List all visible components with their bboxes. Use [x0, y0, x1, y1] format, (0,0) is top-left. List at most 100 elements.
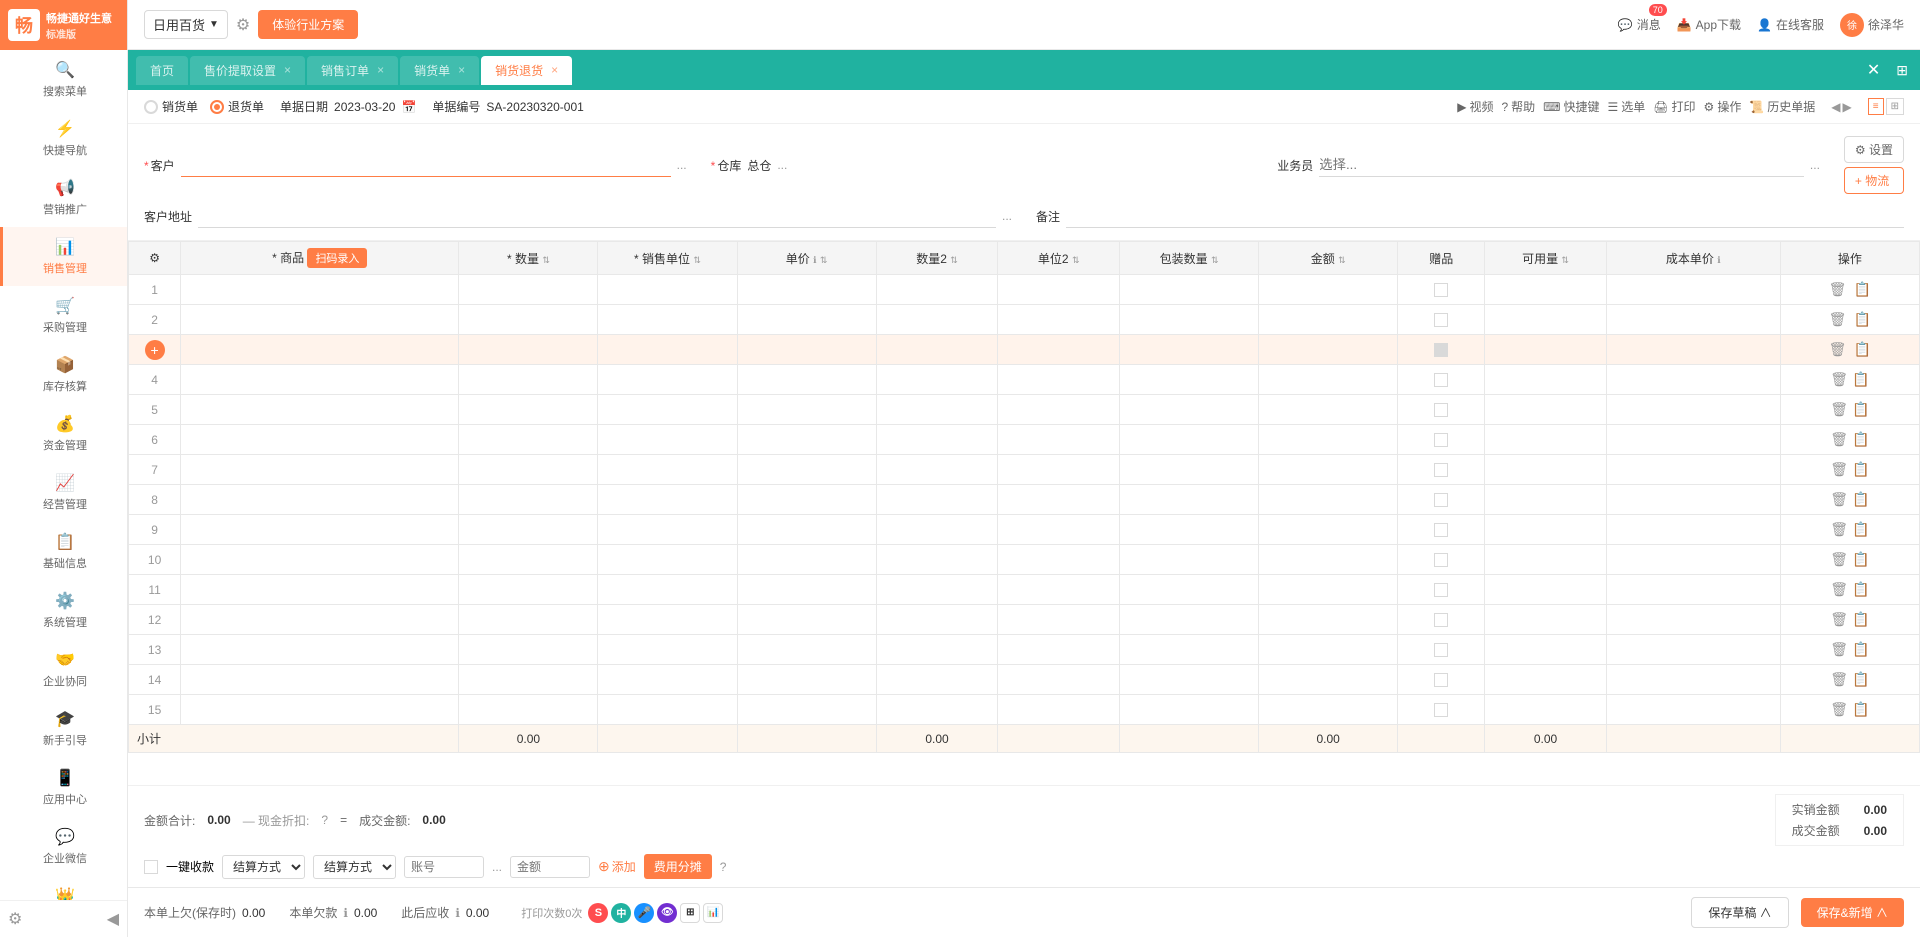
delete-row-13-btn[interactable]: 🗑: [1828, 639, 1850, 660]
save-draft-btn[interactable]: 保存草稿 ∧: [1691, 897, 1788, 928]
tab-sales-delivery-close[interactable]: ×: [458, 63, 465, 77]
product-cell-3[interactable]: [181, 335, 459, 365]
next-icon[interactable]: ▶: [1843, 100, 1852, 114]
sidebar-item-basic[interactable]: 📋 基础信息: [0, 522, 127, 581]
sidebar-item-enterprise[interactable]: 🤝 企业协同: [0, 640, 127, 699]
save-new-btn[interactable]: 保存&新增 ∧: [1801, 898, 1904, 927]
sidebar-item-member[interactable]: 👑 畅会员: [0, 876, 127, 900]
copy-row-12-btn[interactable]: 📋: [1850, 609, 1871, 630]
avail-cell-3[interactable]: [1485, 335, 1607, 365]
delete-row-10-btn[interactable]: 🗑: [1828, 549, 1850, 570]
copy-row-1-btn[interactable]: 📋: [1852, 279, 1873, 300]
avail-cell-2[interactable]: [1485, 305, 1607, 335]
gift-checkbox-2[interactable]: [1434, 313, 1448, 327]
pack-cell-2[interactable]: [1120, 305, 1259, 335]
add-payment-btn[interactable]: ⊕ 添加: [598, 858, 636, 875]
gift-cell-3[interactable]: [1398, 335, 1485, 365]
qty2-cell-3[interactable]: [876, 335, 998, 365]
sidebar-item-inventory[interactable]: 📦 库存核算: [0, 345, 127, 404]
sidebar-item-purchase[interactable]: 🛒 采购管理: [0, 286, 127, 345]
delete-row-7-btn[interactable]: 🗑: [1828, 459, 1850, 480]
copy-row-15-btn[interactable]: 📋: [1850, 699, 1871, 720]
tab-price-settings[interactable]: 售价提取设置 ×: [190, 56, 305, 85]
account-input[interactable]: [404, 856, 484, 878]
qty2-cell-2[interactable]: [876, 305, 998, 335]
sidebar-item-shortcut[interactable]: ⚡ 快捷导航: [0, 109, 127, 168]
unit2-cell-3[interactable]: [998, 335, 1120, 365]
product-input-3[interactable]: [185, 342, 454, 357]
unit-cell-1[interactable]: [598, 275, 737, 305]
sidebar-item-wechat[interactable]: 💬 企业微信: [0, 817, 127, 876]
tab-sales-order-close[interactable]: ×: [377, 63, 384, 77]
copy-row-5-btn[interactable]: 📋: [1850, 399, 1871, 420]
price-cell-2[interactable]: [737, 305, 876, 335]
unit-cell-2[interactable]: [598, 305, 737, 335]
gift-checkbox-3[interactable]: [1434, 343, 1448, 357]
gift-checkbox-5[interactable]: [1434, 403, 1448, 417]
th-gear[interactable]: ⚙: [129, 242, 181, 275]
toolbar-help[interactable]: ? 帮助: [1501, 98, 1535, 115]
address-dots[interactable]: ...: [1002, 209, 1012, 223]
gift-cell-2[interactable]: [1398, 305, 1485, 335]
settings-gear-icon[interactable]: ⚙: [236, 15, 250, 35]
mic-icon[interactable]: 🎤: [634, 903, 654, 923]
customer-service-btn[interactable]: 👤 在线客服: [1757, 16, 1824, 33]
industry-select[interactable]: 日用百货 ▼: [144, 10, 228, 39]
experience-btn[interactable]: 体验行业方案: [258, 10, 358, 39]
gift-checkbox-9[interactable]: [1434, 523, 1448, 537]
pack-cell-1[interactable]: [1120, 275, 1259, 305]
toolbar-video[interactable]: ▶ 视频: [1457, 98, 1493, 115]
toolbar-history[interactable]: 📜 历史单据: [1749, 98, 1815, 115]
unit-cell-3[interactable]: [598, 335, 737, 365]
product-cell-1[interactable]: [181, 275, 459, 305]
copy-row-6-btn[interactable]: 📋: [1850, 429, 1871, 450]
sidebar-item-appstore[interactable]: 📱 应用中心: [0, 758, 127, 817]
copy-row-3-btn[interactable]: 📋: [1852, 339, 1873, 360]
tab-sales-delivery[interactable]: 销货单 ×: [400, 56, 479, 85]
close-all-tabs-btn[interactable]: ✕: [1863, 56, 1884, 84]
toolbar-print[interactable]: 🖨 打印: [1653, 98, 1695, 115]
discount-info-icon[interactable]: ?: [321, 813, 328, 827]
scan-input-btn[interactable]: 扫码录入: [307, 248, 367, 268]
calendar-icon[interactable]: 📅: [401, 100, 416, 114]
fee-help-icon[interactable]: ?: [720, 860, 727, 874]
amount-input[interactable]: [510, 856, 590, 878]
sidebar-item-marketing[interactable]: 📢 营销推广: [0, 168, 127, 227]
tab-price-settings-close[interactable]: ×: [284, 63, 291, 77]
account-dots[interactable]: ...: [492, 860, 502, 874]
radio-sales[interactable]: 销货单: [144, 98, 198, 115]
gift-checkbox-10[interactable]: [1434, 553, 1448, 567]
salesperson-dots[interactable]: ...: [1810, 158, 1820, 172]
copy-row-8-btn[interactable]: 📋: [1850, 489, 1871, 510]
copy-row-14-btn[interactable]: 📋: [1850, 669, 1871, 690]
delete-row-8-btn[interactable]: 🗑: [1828, 489, 1850, 510]
gift-checkbox-13[interactable]: [1434, 643, 1448, 657]
toolbar-select[interactable]: ☰ 选单: [1608, 98, 1646, 115]
customer-dots[interactable]: ...: [677, 158, 687, 172]
amount-cell-2[interactable]: [1259, 305, 1398, 335]
fee-split-btn[interactable]: 费用分摊: [644, 854, 712, 879]
copy-row-9-btn[interactable]: 📋: [1850, 519, 1871, 540]
tab-sales-return[interactable]: 销货退货 ×: [481, 56, 572, 85]
unit2-cell-1[interactable]: [998, 275, 1120, 305]
delete-row-14-btn[interactable]: 🗑: [1828, 669, 1850, 690]
radio-return[interactable]: 退货单: [210, 98, 264, 115]
gift-checkbox-1[interactable]: [1434, 283, 1448, 297]
qty2-cell-1[interactable]: [876, 275, 998, 305]
tab-sales-return-close[interactable]: ×: [551, 63, 558, 77]
salesperson-input[interactable]: [1319, 153, 1804, 177]
add-row-btn[interactable]: +: [145, 340, 165, 360]
delete-row-15-btn[interactable]: 🗑: [1828, 699, 1850, 720]
tab-sales-order[interactable]: 销售订单 ×: [307, 56, 398, 85]
qty-cell-3[interactable]: [459, 335, 598, 365]
amount-cell-1[interactable]: [1259, 275, 1398, 305]
toolbar-shortcut[interactable]: ⌨ 快捷键: [1543, 98, 1599, 115]
list-view-icon[interactable]: ≡: [1868, 98, 1884, 115]
logistics-btn[interactable]: + 物流: [1844, 167, 1904, 194]
delete-row-4-btn[interactable]: 🗑: [1828, 369, 1850, 390]
user-profile-btn[interactable]: 徐 徐泽华: [1840, 13, 1904, 37]
payment-method-select[interactable]: 结算方式: [222, 855, 305, 879]
gift-checkbox-4[interactable]: [1434, 373, 1448, 387]
cost-cell-3[interactable]: [1606, 335, 1780, 365]
delete-row-2-btn[interactable]: 🗑: [1827, 309, 1849, 330]
